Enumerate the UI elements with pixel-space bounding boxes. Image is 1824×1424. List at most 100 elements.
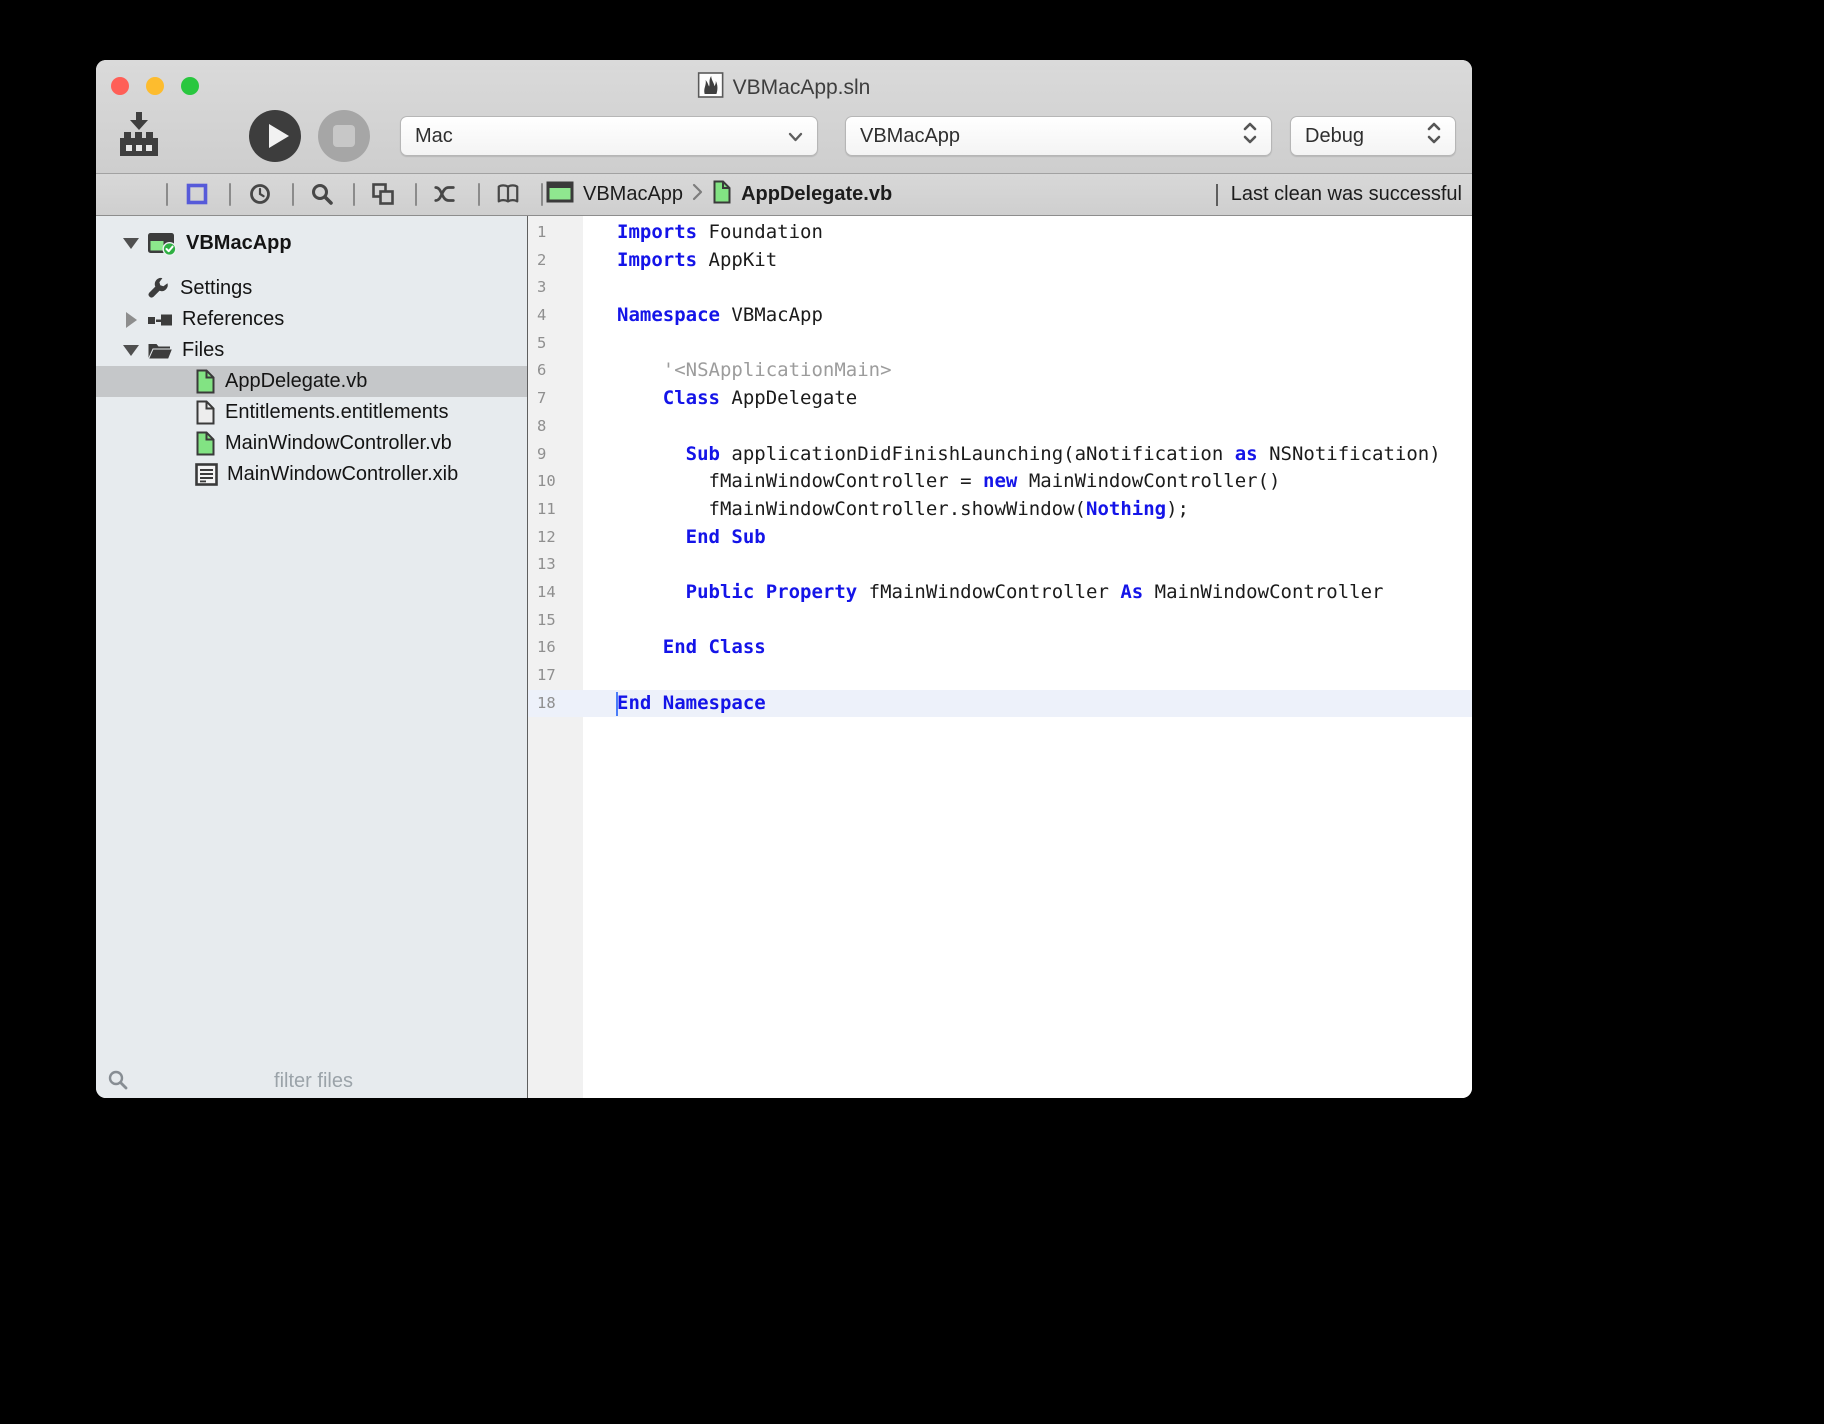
- code-line[interactable]: [583, 330, 1472, 358]
- line-number: 18: [528, 689, 583, 718]
- separator: [229, 183, 231, 206]
- connections-icon[interactable]: [433, 182, 457, 206]
- chevron-updown-icon: [1427, 122, 1441, 150]
- tree-item-entitlements[interactable]: Entitlements.entitlements: [96, 397, 527, 428]
- zoom-icon[interactable]: [181, 77, 199, 95]
- search-icon[interactable]: [310, 182, 334, 206]
- tree-item-label: MainWindowController.vb: [225, 432, 452, 454]
- solution-tree: VBMacApp Settings References Files AppDe…: [96, 216, 527, 1062]
- code-line[interactable]: [583, 413, 1472, 441]
- tree-item-mainwindowcontroller-xib[interactable]: MainWindowController.xib: [96, 459, 527, 490]
- tree-item-files[interactable]: Files: [96, 335, 527, 366]
- tree-item-label: Settings: [180, 277, 253, 299]
- line-number: 14: [537, 582, 556, 601]
- separator: [353, 183, 355, 206]
- ide-window: VBMacApp.sln Mac VBMacApp Debug VBMacApp…: [96, 60, 1472, 1098]
- chevron-down-icon[interactable]: [123, 238, 139, 249]
- wrench-icon: [147, 277, 171, 301]
- breadcrumb-file[interactable]: AppDelegate.vb: [741, 183, 892, 206]
- solution-pad-icon[interactable]: [185, 182, 209, 206]
- breadcrumb: VBMacApp AppDelegate.vb: [546, 174, 892, 215]
- filter-bar: [96, 1062, 531, 1098]
- line-number: 16: [537, 638, 556, 657]
- tree-item-label: Files: [182, 339, 225, 361]
- tree-item-label: AppDelegate.vb: [225, 370, 368, 392]
- code-line[interactable]: End Sub: [583, 524, 1472, 552]
- copy-squares-icon[interactable]: [371, 182, 395, 206]
- content-area: VBMacApp Settings References Files AppDe…: [96, 216, 1472, 1098]
- line-number: 12: [537, 527, 556, 546]
- tree-item-appdelegate[interactable]: AppDelegate.vb: [96, 366, 527, 397]
- code-line[interactable]: End Namespace: [583, 689, 1472, 718]
- build-install-icon[interactable]: [112, 110, 166, 160]
- desktop: VBMacApp.sln Mac VBMacApp Debug VBMacApp…: [0, 0, 1824, 1424]
- config-select[interactable]: Debug: [1290, 116, 1456, 156]
- references-icon: [147, 311, 173, 329]
- code-line[interactable]: Imports Foundation: [583, 219, 1472, 247]
- book-icon[interactable]: [496, 182, 520, 206]
- title-toolbar: VBMacApp.sln Mac VBMacApp Debug: [96, 60, 1472, 174]
- tree-item-settings[interactable]: Settings: [96, 273, 527, 304]
- line-number: 6: [537, 361, 547, 380]
- line-number: 8: [537, 416, 547, 435]
- separator: [292, 183, 294, 206]
- code-line[interactable]: End Class: [583, 634, 1472, 662]
- chevron-right-icon: [692, 183, 703, 206]
- text-caret: [616, 691, 618, 716]
- breadcrumb-file-icon: [712, 180, 732, 209]
- run-button[interactable]: [249, 110, 301, 162]
- separator: [1215, 183, 1218, 206]
- tree-item-label: VBMacApp: [186, 232, 292, 254]
- chevron-right-icon[interactable]: [125, 311, 137, 328]
- code-line[interactable]: Sub applicationDidFinishLaunching(aNotif…: [583, 441, 1472, 469]
- code-lines[interactable]: Imports Foundation Imports AppKit Namespac…: [583, 216, 1472, 1098]
- close-icon[interactable]: [111, 77, 129, 95]
- tree-item-mainwindowcontroller-vb[interactable]: MainWindowController.vb: [96, 428, 527, 459]
- code-line[interactable]: '<NSApplicationMain>: [583, 357, 1472, 385]
- breadcrumb-project[interactable]: VBMacApp: [583, 183, 683, 206]
- code-line[interactable]: [583, 662, 1472, 690]
- line-number: 9: [537, 444, 547, 463]
- project-select[interactable]: VBMacApp: [845, 116, 1272, 156]
- xib-file-icon: [195, 463, 218, 486]
- line-number: 4: [537, 306, 547, 325]
- tree-item-references[interactable]: References: [96, 304, 527, 335]
- chevron-down-icon: [788, 125, 803, 148]
- stop-button[interactable]: [318, 110, 370, 162]
- line-number: 2: [537, 250, 547, 269]
- tree-item-label: References: [182, 308, 285, 330]
- code-line[interactable]: Namespace VBMacApp: [583, 302, 1472, 330]
- status-message: Last clean was successful: [1230, 183, 1462, 205]
- code-line[interactable]: [583, 607, 1472, 635]
- run-icon: [269, 124, 289, 148]
- tree-item-label: Entitlements.entitlements: [225, 401, 449, 423]
- chevron-updown-icon: [1243, 122, 1257, 150]
- code-line[interactable]: [583, 551, 1472, 579]
- tree-item-project[interactable]: VBMacApp: [96, 228, 527, 259]
- code-line[interactable]: [583, 274, 1472, 302]
- separator: [541, 183, 543, 206]
- line-number: 17: [537, 666, 556, 684]
- code-line[interactable]: fMainWindowController = new MainWindowCo…: [583, 468, 1472, 496]
- history-clock-icon[interactable]: [248, 182, 272, 206]
- filter-files-input[interactable]: [96, 1062, 531, 1098]
- chevron-down-icon[interactable]: [123, 345, 139, 356]
- code-line[interactable]: Class AppDelegate: [583, 385, 1472, 413]
- gutter: 1 2 3 4 5 6 7 8 9 10 11 12 13 14 15 16 17 18: [528, 216, 583, 1098]
- tree-item-label: MainWindowController.xib: [227, 463, 459, 485]
- target-select[interactable]: Mac: [400, 116, 818, 156]
- minimize-icon[interactable]: [146, 77, 164, 95]
- line-number: 7: [537, 389, 547, 408]
- window-title: VBMacApp.sln: [732, 75, 871, 99]
- config-select-value: Debug: [1305, 124, 1364, 147]
- line-number: 5: [537, 333, 547, 352]
- code-line[interactable]: Public Property fMainWindowController As…: [583, 579, 1472, 607]
- vb-file-icon: [195, 431, 216, 456]
- separator: [166, 183, 168, 206]
- code-line[interactable]: fMainWindowController.showWindow(Nothing…: [583, 496, 1472, 524]
- breadcrumb-solution-icon[interactable]: [546, 181, 574, 208]
- status-area: Last clean was successful: [1215, 174, 1462, 215]
- navbar: VBMacApp AppDelegate.vb Last clean was s…: [96, 174, 1472, 216]
- code-line[interactable]: Imports AppKit: [583, 247, 1472, 275]
- line-number: 13: [537, 555, 556, 574]
